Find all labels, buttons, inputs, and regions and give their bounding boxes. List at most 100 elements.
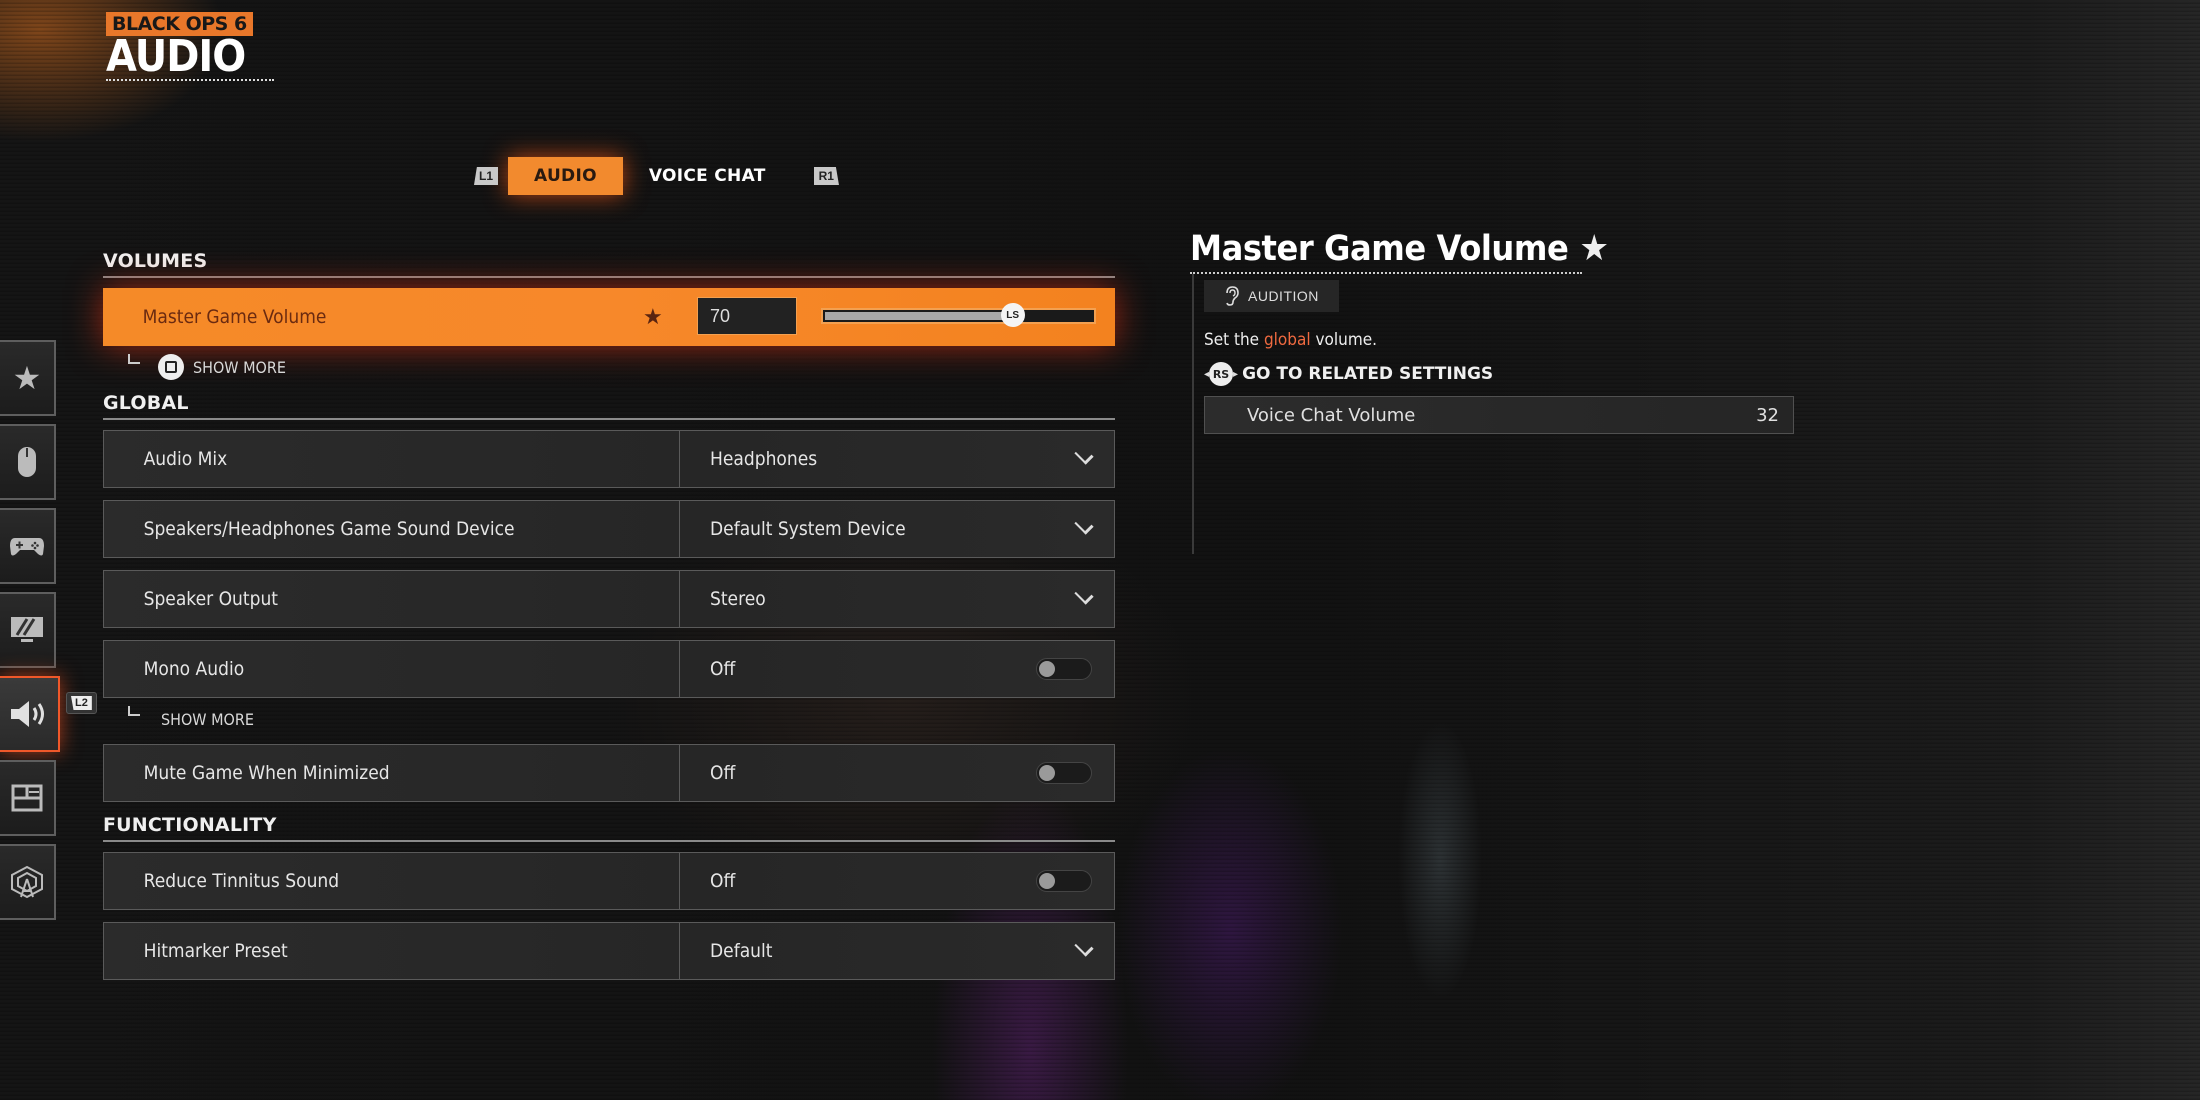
speaker-output-dropdown[interactable]: Stereo: [679, 571, 1114, 627]
setting-row-audio-mix[interactable]: Audio Mix Headphones: [103, 430, 1115, 488]
desc-prefix: Set the: [1204, 330, 1264, 350]
sidebar-item-graphics[interactable]: [0, 592, 56, 668]
show-more-volumes[interactable]: SHOW MORE: [103, 346, 1115, 386]
tree-corner-icon: [128, 706, 140, 716]
setting-row-hitmarker-preset[interactable]: Hitmarker Preset Default: [103, 922, 1115, 980]
show-more-label: SHOW MORE: [161, 710, 254, 729]
section-title-volumes: VOLUMES: [103, 250, 1115, 278]
setting-row-sound-device[interactable]: Speakers/Headphones Game Sound Device De…: [103, 500, 1115, 558]
reduce-tinnitus-toggle[interactable]: [1036, 870, 1092, 892]
rs-stick-icon: ◂ RS ▸: [1204, 362, 1238, 386]
master-volume-value: 70: [710, 305, 731, 326]
setting-row-speaker-output[interactable]: Speaker Output Stereo: [103, 570, 1115, 628]
l1-hint-icon[interactable]: L1: [474, 167, 499, 185]
detail-description: Set the global volume.: [1204, 330, 1731, 350]
setting-label: Audio Mix: [143, 448, 228, 470]
related-settings-header: ◂ RS ▸ GO TO RELATED SETTINGS: [1204, 362, 1790, 386]
setting-label: Master Game Volume: [142, 306, 327, 328]
chevron-down-icon: [1074, 937, 1094, 957]
rs-label: RS: [1209, 362, 1234, 386]
favorite-star-icon: ★: [1579, 228, 1609, 269]
related-item-value: 32: [1756, 404, 1779, 426]
setting-row-master-game-volume[interactable]: Master Game Volume ★ 70 LS: [103, 288, 1115, 346]
tab-voice-chat[interactable]: VOICE CHAT: [623, 157, 792, 195]
ear-icon: [1226, 286, 1239, 306]
setting-value: Headphones: [710, 448, 818, 470]
setting-row-mute-when-minimized[interactable]: Mute Game When Minimized Off: [103, 744, 1115, 802]
mouse-icon: [18, 447, 36, 477]
sidebar-item-controller[interactable]: [0, 508, 56, 584]
tree-corner-icon: [128, 354, 140, 364]
hitmarker-preset-dropdown[interactable]: Default: [679, 923, 1114, 979]
sidebar-item-audio[interactable]: [0, 676, 60, 752]
toggle-knob: [1039, 873, 1055, 889]
toggle-knob: [1039, 765, 1055, 781]
setting-label: Hitmarker Preset: [143, 940, 288, 962]
network-icon: [11, 865, 43, 899]
mono-audio-cell: Off: [679, 641, 1114, 697]
related-title: GO TO RELATED SETTINGS: [1242, 364, 1494, 384]
related-item-voice-chat-volume[interactable]: Voice Chat Volume 32: [1204, 396, 1794, 434]
setting-value: Off: [710, 870, 736, 892]
settings-list: VOLUMES Master Game Volume ★ 70 LS SHOW …: [103, 250, 1115, 992]
audition-label: AUDITION: [1248, 288, 1319, 304]
sidebar-item-favorites[interactable]: ★: [0, 340, 56, 416]
l2-hint-label: L2: [71, 696, 92, 710]
slider-fill: [825, 312, 1011, 320]
related-item-label: Voice Chat Volume: [1247, 404, 1416, 426]
detail-body: AUDITION Set the global volume. ◂ RS ▸ GO …: [1192, 274, 1794, 554]
setting-value: Stereo: [710, 588, 766, 610]
desc-suffix: volume.: [1310, 330, 1378, 350]
detail-title-text: Master Game Volume: [1190, 228, 1569, 269]
controller-icon: [10, 538, 44, 556]
sidebar-item-network[interactable]: [0, 844, 56, 920]
setting-label: Mute Game When Minimized: [143, 762, 390, 784]
section-title-global: GLOBAL: [103, 392, 1115, 420]
sidebar-nav: ★: [0, 340, 60, 928]
setting-value: Off: [710, 658, 736, 680]
setting-value: Default System Device: [710, 518, 906, 540]
detail-panel: Master Game Volume ★ AUDITION Set the gl…: [1190, 228, 1794, 554]
master-volume-input[interactable]: 70: [697, 297, 797, 335]
favorite-star-icon[interactable]: ★: [643, 304, 663, 330]
thumb-label: LS: [1006, 309, 1020, 321]
master-volume-slider[interactable]: LS: [821, 303, 1096, 327]
chevron-down-icon: [1074, 585, 1094, 605]
sound-device-dropdown[interactable]: Default System Device: [679, 501, 1114, 557]
display-icon: [11, 617, 43, 642]
tab-bar: L1 AUDIO VOICE CHAT R1: [474, 157, 839, 195]
r1-hint-icon[interactable]: R1: [813, 167, 839, 185]
setting-label: Speakers/Headphones Game Sound Device: [143, 518, 515, 540]
setting-label: Reduce Tinnitus Sound: [143, 870, 340, 892]
show-more-label: SHOW MORE: [193, 358, 286, 377]
chevron-down-icon: [1074, 445, 1094, 465]
audio-mix-dropdown[interactable]: Headphones: [679, 431, 1114, 487]
sidebar-item-mouse[interactable]: [0, 424, 56, 500]
header-logo: BLACK OPS 6 AUDIO: [106, 12, 274, 81]
mono-audio-toggle[interactable]: [1036, 658, 1092, 680]
slider-thumb-ls-icon[interactable]: LS: [1000, 303, 1025, 327]
desc-highlight: global: [1263, 330, 1311, 350]
setting-value: Default: [710, 940, 773, 962]
star-icon: ★: [12, 360, 42, 396]
setting-label: Mono Audio: [143, 658, 245, 680]
section-title-functionality: FUNCTIONALITY: [103, 814, 1115, 842]
audition-button[interactable]: AUDITION: [1204, 280, 1339, 312]
page-title: AUDIO: [106, 31, 246, 83]
detail-title: Master Game Volume ★: [1190, 228, 1742, 269]
tab-audio[interactable]: AUDIO: [508, 157, 623, 195]
setting-row-reduce-tinnitus[interactable]: Reduce Tinnitus Sound Off: [103, 852, 1115, 910]
interface-icon: [11, 784, 43, 812]
setting-label: Speaker Output: [143, 588, 278, 610]
l2-hint-icon[interactable]: L2: [66, 692, 97, 714]
reduce-tinnitus-cell: Off: [679, 853, 1114, 909]
mute-minimized-toggle[interactable]: [1036, 762, 1092, 784]
show-more-global[interactable]: SHOW MORE: [103, 698, 1115, 738]
speaker-icon: [11, 701, 44, 727]
toggle-knob: [1039, 661, 1055, 677]
sidebar-item-interface[interactable]: [0, 760, 56, 836]
setting-row-mono-audio[interactable]: Mono Audio Off: [103, 640, 1115, 698]
chevron-down-icon: [1074, 515, 1094, 535]
mute-minimized-cell: Off: [679, 745, 1114, 801]
setting-value: Off: [710, 762, 736, 784]
